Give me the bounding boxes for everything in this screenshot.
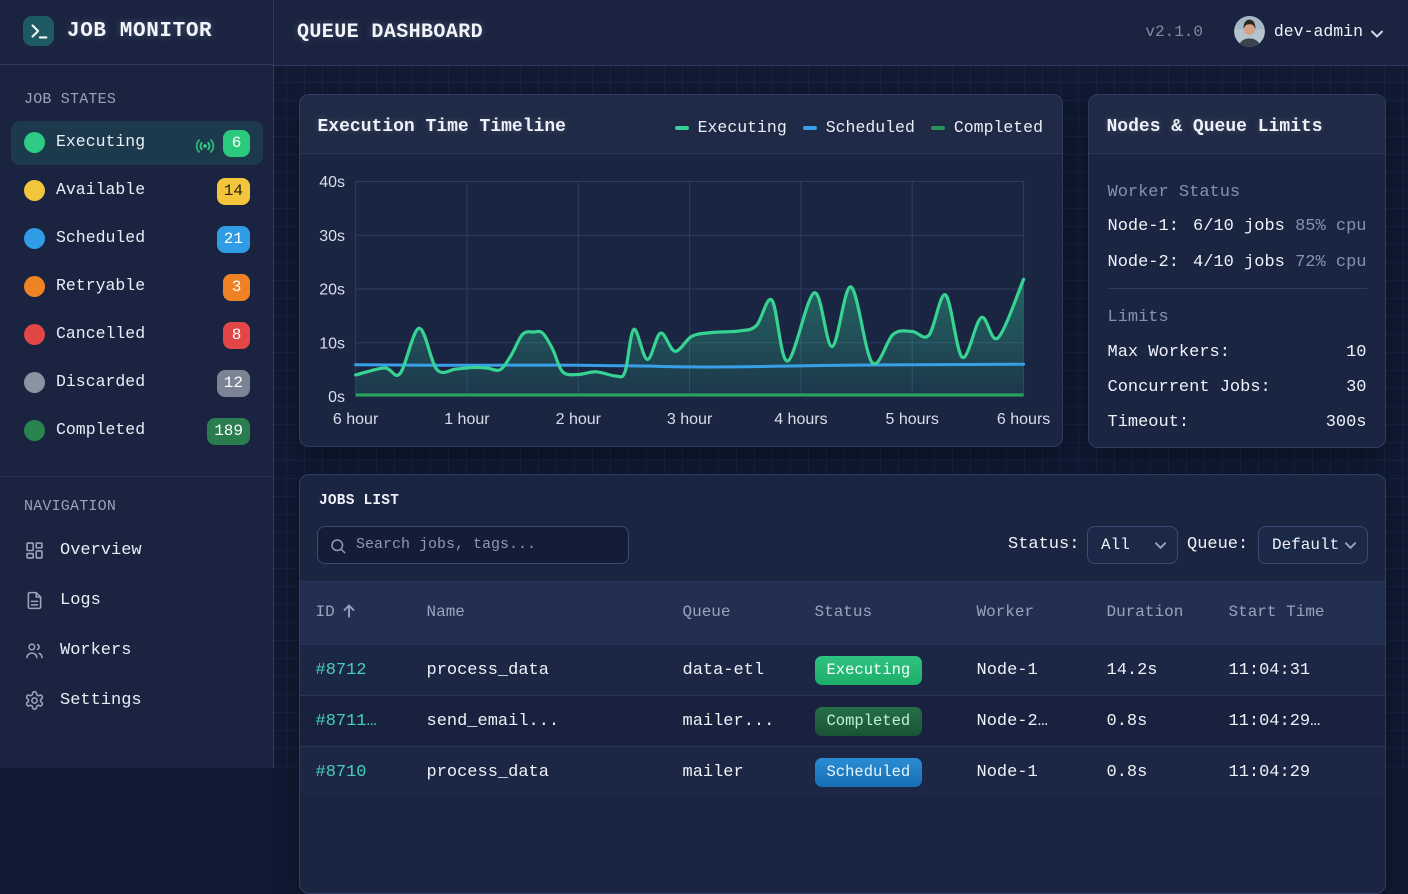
svg-text:6 hours: 6 hours <box>997 411 1050 428</box>
svg-text:30s: 30s <box>319 228 345 245</box>
svg-text:0s: 0s <box>328 389 345 406</box>
svg-text:2 hour: 2 hour <box>556 411 602 428</box>
svg-text:6 hour: 6 hour <box>333 411 379 428</box>
svg-text:10s: 10s <box>319 335 345 352</box>
svg-text:40s: 40s <box>319 174 345 191</box>
svg-text:5 hours: 5 hours <box>886 411 939 428</box>
svg-text:1 hour: 1 hour <box>444 411 490 428</box>
svg-text:4 hours: 4 hours <box>774 411 827 428</box>
svg-text:20s: 20s <box>319 282 345 299</box>
svg-text:3 hour: 3 hour <box>667 411 713 428</box>
